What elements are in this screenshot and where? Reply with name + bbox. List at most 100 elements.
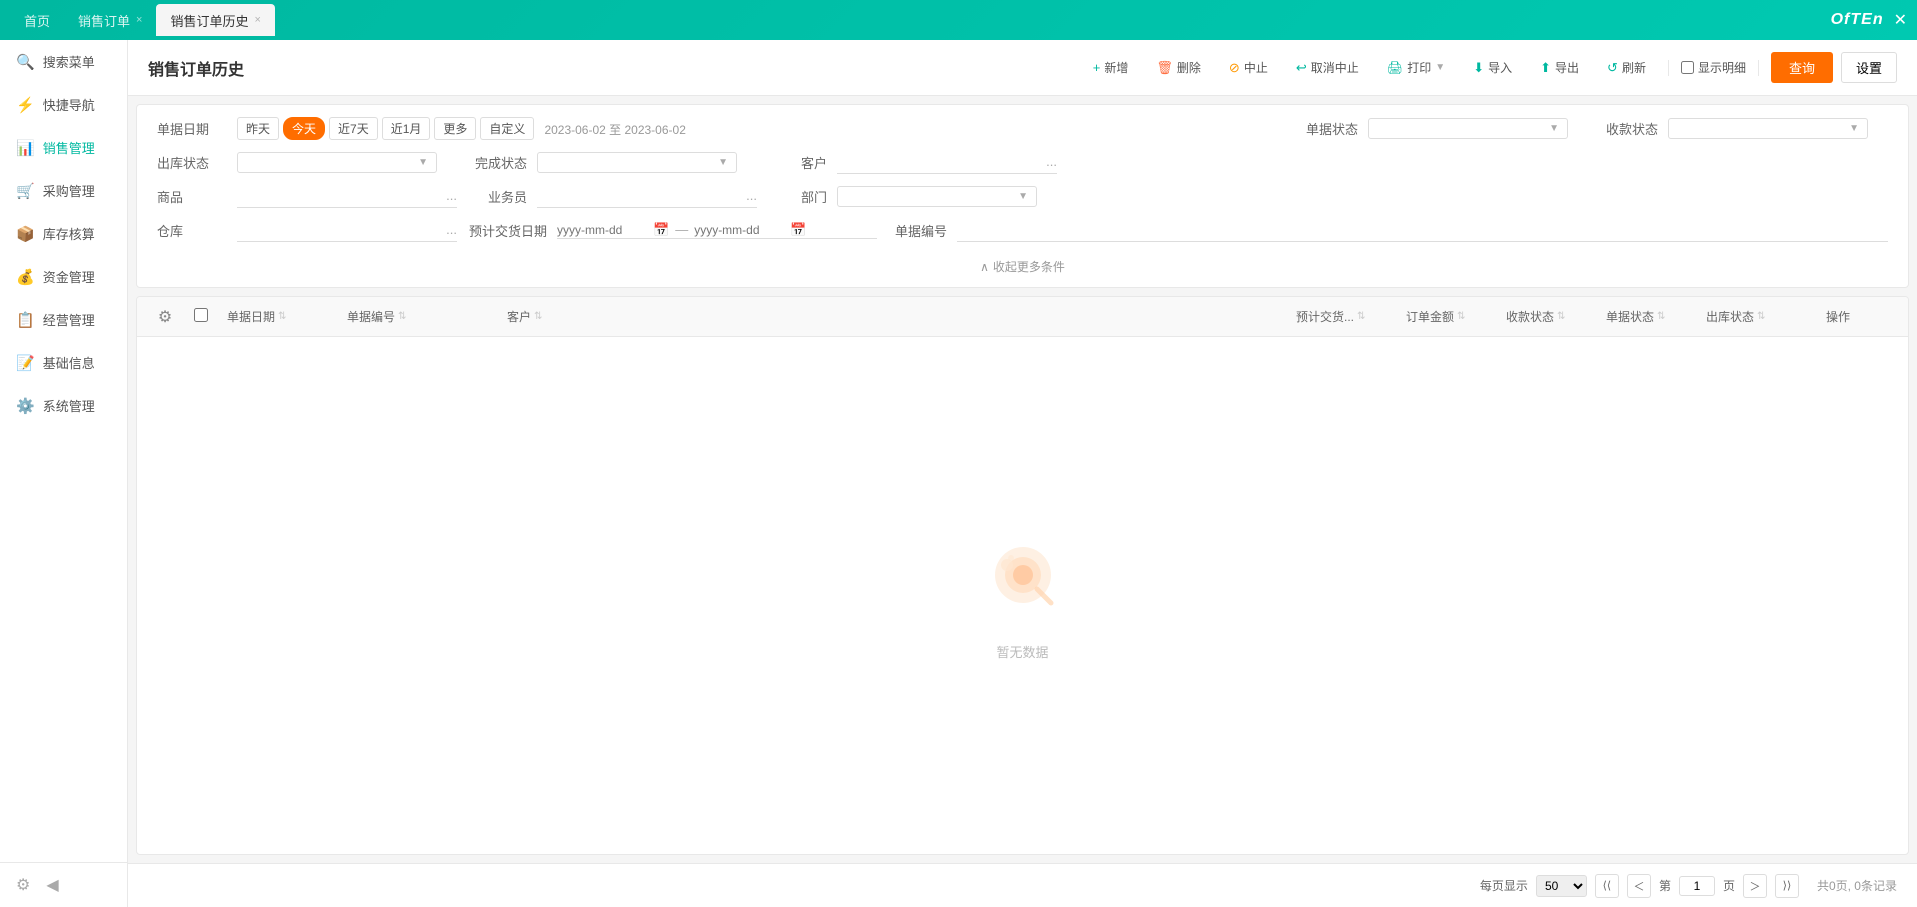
cancel-stop-button[interactable]: ↩ 取消中止: [1286, 54, 1369, 81]
delivery-from-input[interactable]: [557, 223, 647, 237]
customer-dots[interactable]: ...: [1046, 154, 1057, 169]
sidebar-bottom: ⚙ ◀: [0, 862, 127, 907]
sidebar-item-finance[interactable]: 💰 资金管理: [0, 255, 127, 298]
sidebar-item-quick-nav[interactable]: ⚡ 快捷导航: [0, 83, 127, 126]
print-button[interactable]: 🖨 打印 ▼: [1377, 54, 1455, 81]
stock-out-select[interactable]: ▼: [237, 152, 437, 173]
product-input[interactable]: [237, 184, 436, 207]
window-close-icon[interactable]: ✕: [1894, 10, 1907, 30]
sidebar-item-search[interactable]: 🔍 搜索菜单: [0, 40, 127, 83]
tab-home[interactable]: 首页: [10, 4, 64, 36]
stop-label: 中止: [1244, 59, 1268, 76]
add-icon: +: [1093, 60, 1101, 75]
next-page-button[interactable]: ＞: [1743, 874, 1767, 898]
stock-out-control: ▼: [237, 152, 457, 173]
date-btn-today[interactable]: 今天: [283, 117, 325, 140]
warehouse-dots[interactable]: ...: [446, 222, 457, 237]
th-order-status[interactable]: 单据状态 ⇅: [1598, 308, 1698, 325]
query-button[interactable]: 查询: [1771, 52, 1833, 83]
sidebar-collapse-icon[interactable]: ◀: [46, 875, 58, 895]
payment-status-select[interactable]: ▼: [1668, 118, 1868, 139]
delete-button[interactable]: 🗑 删除: [1146, 54, 1211, 81]
content-area: 销售订单历史 + 新增 🗑 删除 ⊘ 中止 ↩ 取消中止: [128, 40, 1917, 907]
salesman-input[interactable]: [537, 184, 736, 207]
date-label: 单据日期: [157, 119, 237, 138]
tab-sales-order[interactable]: 销售订单 ×: [64, 4, 156, 36]
delivery-calendar-to[interactable]: 📅: [790, 222, 806, 238]
department-label: 部门: [757, 187, 837, 206]
operations-icon: 📋: [16, 311, 35, 329]
sidebar-item-operations[interactable]: 📋 经营管理: [0, 298, 127, 341]
sidebar-settings-icon[interactable]: ⚙: [16, 875, 30, 895]
warehouse-label: 仓库: [157, 221, 237, 240]
delivery-calendar-from[interactable]: 📅: [653, 222, 669, 238]
date-btn-7days[interactable]: 近7天: [329, 117, 378, 140]
toolbar-divider2: [1758, 60, 1759, 76]
date-btn-custom[interactable]: 自定义: [480, 117, 534, 140]
last-page-button[interactable]: ⟩⟩: [1775, 874, 1799, 898]
prev-page-button[interactable]: ＜: [1627, 874, 1651, 898]
display-toggle-checkbox[interactable]: [1681, 61, 1694, 74]
filter-row-1: 单据日期 昨天 今天 近7天 近1月 更多 自定义 2023-06-02 至 2…: [157, 117, 1888, 140]
complete-status-label: 完成状态: [457, 153, 537, 172]
tab-sales-order-history-close[interactable]: ×: [254, 14, 260, 26]
display-toggle[interactable]: 显示明细: [1681, 59, 1746, 76]
add-button[interactable]: + 新增: [1083, 54, 1139, 81]
select-all-checkbox[interactable]: [194, 308, 208, 322]
th-order-sort-icon: ⇅: [1657, 311, 1665, 322]
page-number-input[interactable]: [1679, 876, 1715, 896]
date-btn-yesterday[interactable]: 昨天: [237, 117, 279, 140]
th-stock-status-label: 出库状态: [1706, 308, 1754, 325]
first-page-button[interactable]: ⟨⟨: [1595, 874, 1619, 898]
complete-status-select[interactable]: ▼: [537, 152, 737, 173]
tab-home-label: 首页: [24, 11, 50, 30]
customer-input[interactable]: [837, 150, 1036, 173]
sidebar-basic-info-label: 基础信息: [43, 353, 95, 372]
date-btn-more[interactable]: 更多: [434, 117, 476, 140]
delivery-to-input[interactable]: [694, 223, 784, 237]
order-number-input[interactable]: [957, 218, 1888, 241]
inventory-icon: 📦: [16, 225, 35, 243]
product-dots[interactable]: ...: [446, 188, 457, 203]
th-number[interactable]: 单据编号 ⇅: [339, 308, 499, 325]
th-customer-label: 客户: [507, 308, 531, 325]
search-icon: 🔍: [16, 53, 35, 71]
th-amount[interactable]: 订单金额 ⇅: [1398, 308, 1498, 325]
import-button[interactable]: ⬇ 导入: [1463, 54, 1522, 81]
sidebar-inventory-label: 库存核算: [43, 224, 95, 243]
stop-button[interactable]: ⊘ 中止: [1219, 54, 1278, 81]
sidebar-item-purchase[interactable]: 🛒 采购管理: [0, 169, 127, 212]
sidebar-item-sales[interactable]: 📊 销售管理: [0, 126, 127, 169]
th-settings[interactable]: ⚙: [147, 307, 183, 327]
th-customer[interactable]: 客户 ⇅: [499, 308, 1288, 325]
export-button[interactable]: ⬆ 导出: [1530, 54, 1589, 81]
th-stock-status[interactable]: 出库状态 ⇅: [1698, 308, 1818, 325]
settings-button[interactable]: 设置: [1841, 52, 1897, 83]
page-title: 销售订单历史: [148, 56, 244, 80]
department-select[interactable]: ▼: [837, 186, 1037, 207]
finance-icon: 💰: [16, 268, 35, 286]
sidebar-item-system[interactable]: ⚙️ 系统管理: [0, 384, 127, 427]
customer-label: 客户: [757, 153, 837, 172]
tab-sales-order-close[interactable]: ×: [136, 14, 142, 26]
delivery-date-control: 📅 — 📅: [557, 222, 877, 239]
date-btn-1month[interactable]: 近1月: [382, 117, 431, 140]
sidebar-finance-label: 资金管理: [43, 267, 95, 286]
display-toggle-label: 显示明细: [1698, 59, 1746, 76]
table-header: ⚙ 单据日期 ⇅ 单据编号 ⇅ 客户 ⇅ 预计交货...: [137, 297, 1908, 337]
sidebar-item-inventory[interactable]: 📦 库存核算: [0, 212, 127, 255]
print-label: 打印: [1407, 59, 1431, 76]
settings-gear-icon[interactable]: ⚙: [158, 309, 172, 326]
refresh-button[interactable]: ↺ 刷新: [1597, 54, 1656, 81]
salesman-dots[interactable]: ...: [746, 188, 757, 203]
warehouse-input[interactable]: [237, 218, 436, 241]
main-layout: 🔍 搜索菜单 ⚡ 快捷导航 📊 销售管理 🛒 采购管理 📦 库存核算 💰 资金管…: [0, 40, 1917, 907]
page-size-select[interactable]: 50 20 100: [1536, 875, 1587, 897]
sidebar-item-basic-info[interactable]: 📝 基础信息: [0, 341, 127, 384]
th-pay-status[interactable]: 收款状态 ⇅: [1498, 308, 1598, 325]
th-date[interactable]: 单据日期 ⇅: [219, 308, 339, 325]
collapse-button[interactable]: ∧ 收起更多条件: [157, 252, 1888, 275]
th-delivery[interactable]: 预计交货... ⇅: [1288, 308, 1398, 325]
tab-sales-order-history[interactable]: 销售订单历史 ×: [156, 4, 274, 36]
order-status-select[interactable]: ▼: [1368, 118, 1568, 139]
